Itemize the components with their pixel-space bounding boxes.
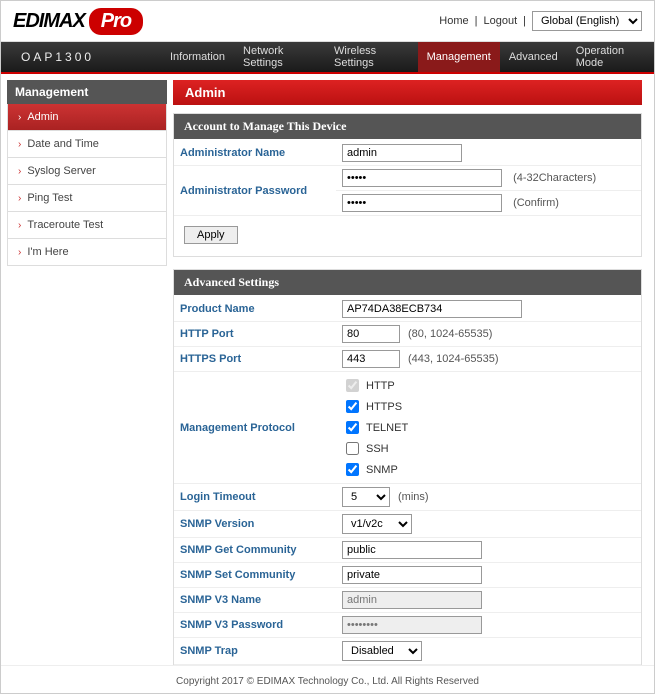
login-timeout-label: Login Timeout bbox=[174, 484, 336, 511]
account-apply-button[interactable]: Apply bbox=[184, 226, 238, 244]
proto-snmp-checkbox[interactable] bbox=[346, 463, 359, 476]
snmp-trap-label: SNMP Trap bbox=[174, 638, 336, 665]
model-label: OAP1300 bbox=[21, 50, 161, 64]
tab-management[interactable]: Management bbox=[418, 42, 500, 72]
tab-wireless-settings[interactable]: Wireless Settings bbox=[325, 42, 418, 72]
account-panel: Account to Manage This Device Administra… bbox=[173, 113, 642, 257]
snmp-version-select[interactable]: v1/v2c bbox=[342, 514, 412, 534]
snmp-trap-select[interactable]: Disabled bbox=[342, 641, 422, 661]
tab-network-settings[interactable]: Network Settings bbox=[234, 42, 325, 72]
logo: EDIMAXPro bbox=[13, 8, 143, 35]
snmp-version-label: SNMP Version bbox=[174, 511, 336, 538]
sidebar-item-admin[interactable]: ›Admin bbox=[7, 104, 167, 131]
chevron-right-icon: › bbox=[18, 247, 21, 258]
page-title: Admin bbox=[173, 80, 642, 105]
snmp-set-label: SNMP Set Community bbox=[174, 563, 336, 588]
home-link[interactable]: Home bbox=[439, 15, 468, 27]
sidebar-item-datetime[interactable]: ›Date and Time bbox=[7, 131, 167, 158]
snmp-get-input[interactable] bbox=[342, 541, 482, 559]
tab-information[interactable]: Information bbox=[161, 42, 234, 72]
sidebar-item-imhere[interactable]: ›I'm Here bbox=[7, 239, 167, 266]
https-port-label: HTTPS Port bbox=[174, 347, 336, 372]
snmp-get-label: SNMP Get Community bbox=[174, 538, 336, 563]
proto-telnet-checkbox[interactable] bbox=[346, 421, 359, 434]
sidebar: Management ›Admin ›Date and Time ›Syslog… bbox=[7, 80, 167, 665]
proto-https-checkbox[interactable] bbox=[346, 400, 359, 413]
account-panel-header: Account to Manage This Device bbox=[174, 114, 641, 139]
admin-password-hint: (4-32Characters) bbox=[513, 172, 596, 184]
header-bar: EDIMAXPro Home | Logout | Global (Englis… bbox=[1, 1, 654, 42]
main-nav: OAP1300 Information Network Settings Wir… bbox=[1, 42, 654, 74]
sidebar-header: Management bbox=[7, 80, 167, 104]
logout-link[interactable]: Logout bbox=[483, 15, 517, 27]
https-port-input[interactable] bbox=[342, 350, 400, 368]
login-timeout-select[interactable]: 5 bbox=[342, 487, 390, 507]
admin-password-confirm-input[interactable] bbox=[342, 194, 502, 212]
main-content: Admin Account to Manage This Device Admi… bbox=[173, 80, 648, 665]
snmp-v3pw-label: SNMP V3 Password bbox=[174, 613, 336, 638]
sidebar-item-syslog[interactable]: ›Syslog Server bbox=[7, 158, 167, 185]
https-port-hint: (443, 1024-65535) bbox=[408, 353, 499, 365]
admin-name-input[interactable] bbox=[342, 144, 462, 162]
chevron-right-icon: › bbox=[18, 166, 21, 177]
admin-password-input[interactable] bbox=[342, 169, 502, 187]
sidebar-item-ping[interactable]: ›Ping Test bbox=[7, 185, 167, 212]
login-timeout-hint: (mins) bbox=[398, 491, 429, 503]
proto-http-checkbox bbox=[346, 379, 359, 392]
tab-operation-mode[interactable]: Operation Mode bbox=[567, 42, 654, 72]
language-select[interactable]: Global (English) bbox=[532, 11, 642, 31]
product-name-label: Product Name bbox=[174, 297, 336, 322]
snmp-v3pw-input bbox=[342, 616, 482, 634]
chevron-right-icon: › bbox=[18, 112, 21, 123]
snmp-v3name-input bbox=[342, 591, 482, 609]
advanced-panel: Advanced Settings Product Name HTTP Port… bbox=[173, 269, 642, 665]
proto-ssh-checkbox[interactable] bbox=[346, 442, 359, 455]
sidebar-item-traceroute[interactable]: ›Traceroute Test bbox=[7, 212, 167, 239]
admin-password-label: Administrator Password bbox=[174, 166, 336, 216]
chevron-right-icon: › bbox=[18, 220, 21, 231]
product-name-input[interactable] bbox=[342, 300, 522, 318]
chevron-right-icon: › bbox=[18, 139, 21, 150]
admin-password-confirm-hint: (Confirm) bbox=[513, 197, 559, 209]
snmp-set-input[interactable] bbox=[342, 566, 482, 584]
http-port-label: HTTP Port bbox=[174, 322, 336, 347]
admin-name-label: Administrator Name bbox=[174, 141, 336, 166]
http-port-input[interactable] bbox=[342, 325, 400, 343]
mgmt-protocol-label: Management Protocol bbox=[174, 372, 336, 484]
advanced-panel-header: Advanced Settings bbox=[174, 270, 641, 295]
tab-advanced[interactable]: Advanced bbox=[500, 42, 567, 72]
snmp-v3name-label: SNMP V3 Name bbox=[174, 588, 336, 613]
http-port-hint: (80, 1024-65535) bbox=[408, 328, 492, 340]
footer: Copyright 2017 © EDIMAX Technology Co., … bbox=[1, 665, 654, 693]
chevron-right-icon: › bbox=[18, 193, 21, 204]
